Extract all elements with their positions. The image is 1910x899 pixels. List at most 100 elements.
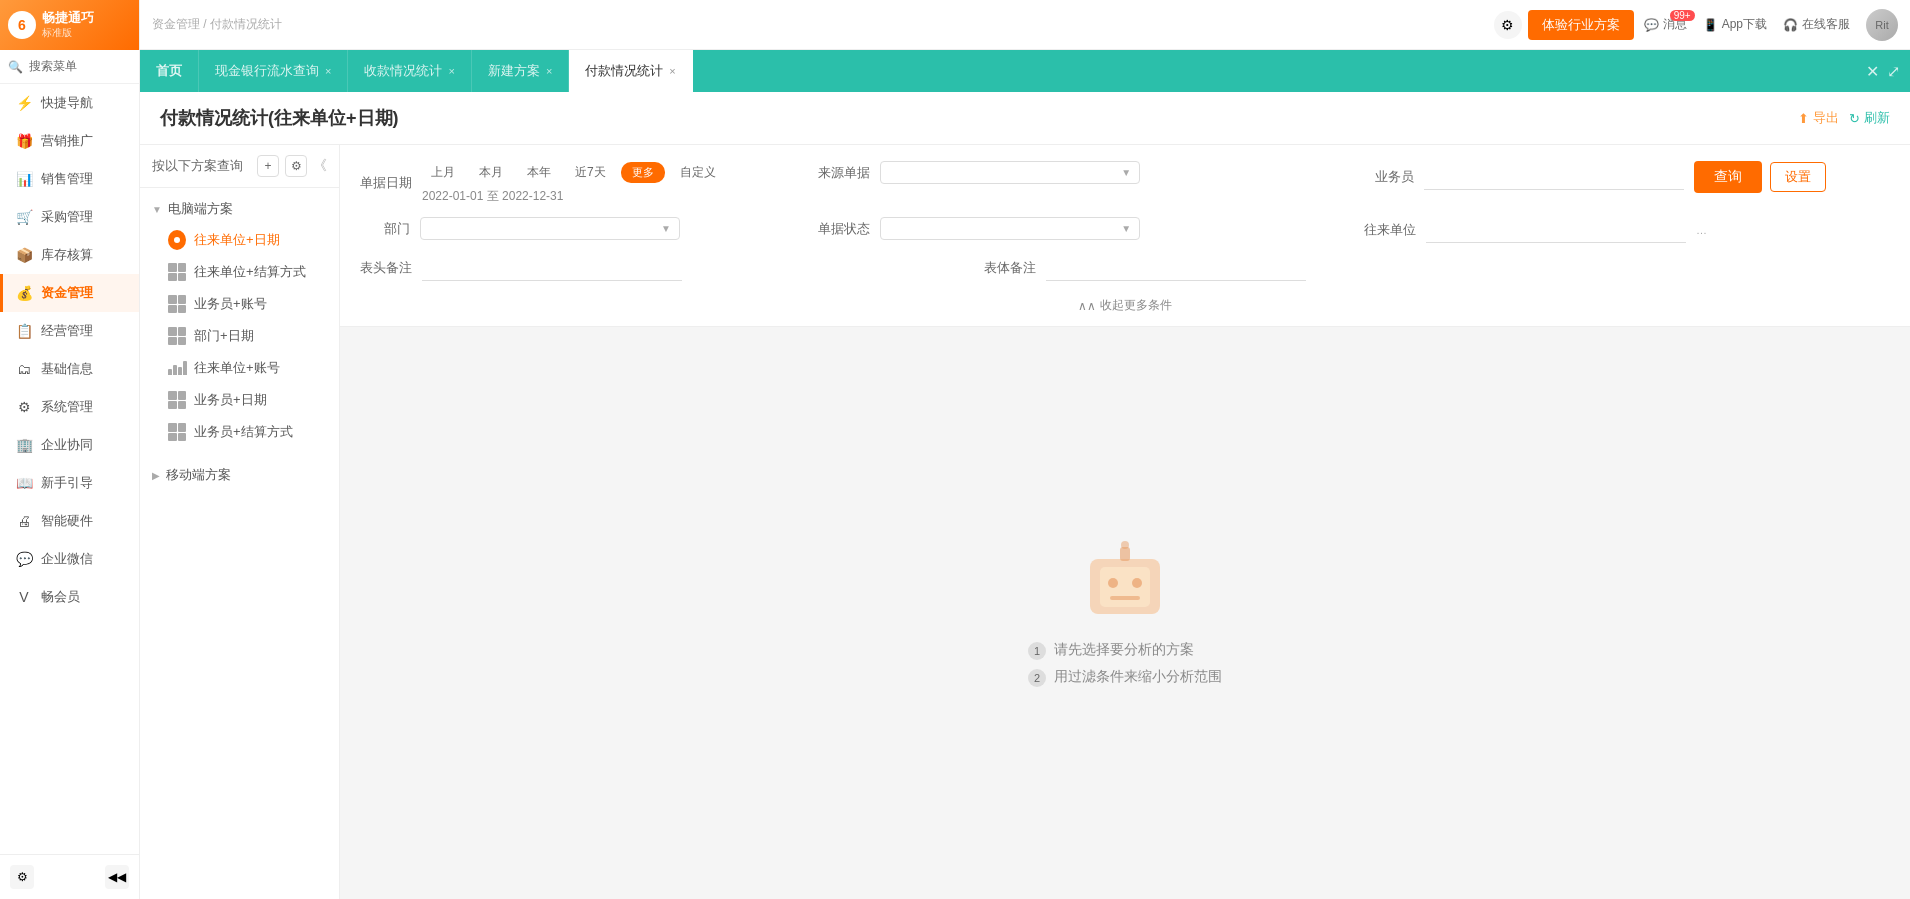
sidebar-footer: ⚙ ◀◀ — [0, 854, 139, 899]
date-opt-custom[interactable]: 自定义 — [671, 161, 725, 184]
wechat-icon: 💬 — [15, 550, 33, 568]
tabbar-controls: ✕ ⤢ — [1856, 50, 1910, 92]
scheme-item-partner-account[interactable]: 往来单位+账号 — [140, 352, 339, 384]
search-icon: 🔍 — [8, 60, 23, 74]
doc-status-select[interactable]: ▼ — [880, 217, 1140, 240]
sidebar-item-member[interactable]: V 畅会员 — [0, 578, 139, 616]
tab-payment-stat[interactable]: 付款情况统计 × — [569, 50, 692, 92]
sidebar-item-hardware[interactable]: 🖨 智能硬件 — [0, 502, 139, 540]
scheme-item-staff-date[interactable]: 业务员+日期 — [140, 384, 339, 416]
refresh-icon: ↻ — [1849, 111, 1860, 126]
scheme-item-label: 业务员+账号 — [194, 295, 267, 313]
footer-settings-icon[interactable]: ⚙ — [10, 865, 34, 889]
header-note-input[interactable] — [422, 255, 682, 281]
partner-label: 往来单位 — [1364, 221, 1416, 239]
topbar-settings-icon[interactable]: ⚙ — [1494, 11, 1522, 39]
export-icon: ⬆ — [1798, 111, 1809, 126]
tab-maximize-icon[interactable]: ⤢ — [1887, 62, 1900, 81]
settings-btn[interactable]: 设置 — [1770, 162, 1826, 192]
system-icon: ⚙ — [15, 398, 33, 416]
sidebar-item-operation[interactable]: 📋 经营管理 — [0, 312, 139, 350]
tab-payment-stat-close[interactable]: × — [669, 65, 675, 77]
scheme-collapse-btn[interactable]: 《 — [313, 157, 327, 175]
sidebar-search[interactable]: 🔍 搜索菜单 — [0, 50, 139, 84]
msg-btn[interactable]: 💬 消息 99+ — [1644, 16, 1687, 33]
sidebar: 6 畅捷通巧 标准版 🔍 搜索菜单 ⚡ 快捷导航 🎁 营销推广 📊 销售管理 🛒… — [0, 0, 140, 899]
scheme-group-desktop-header[interactable]: ▼ 电脑端方案 — [140, 194, 339, 224]
tab-new-scheme-label: 新建方案 — [488, 62, 540, 80]
sidebar-item-purchase[interactable]: 🛒 采购管理 — [0, 198, 139, 236]
tab-bank-flow[interactable]: 现金银行流水查询 × — [199, 50, 348, 92]
sidebar-item-enterprise[interactable]: 🏢 企业协同 — [0, 426, 139, 464]
sidebar-item-finance[interactable]: 💰 资金管理 — [0, 274, 139, 312]
date-opt-more[interactable]: 更多 — [621, 162, 665, 183]
collapse-more-btn[interactable]: ∧∧ 收起更多条件 — [360, 289, 1890, 322]
brand-sub: 标准版 — [42, 26, 94, 40]
scheme-add-btn[interactable]: + — [257, 155, 279, 177]
sidebar-item-wechat[interactable]: 💬 企业微信 — [0, 540, 139, 578]
sidebar-item-label: 销售管理 — [41, 170, 93, 188]
date-opt-last-7[interactable]: 近7天 — [566, 161, 615, 184]
tab-home[interactable]: 首页 — [140, 50, 199, 92]
filter-row-1: 单据日期 上月 本月 本年 近7天 更多 自定义 — [360, 161, 1890, 205]
user-avatar[interactable]: Rit — [1866, 9, 1898, 41]
scheme-item-dept-date[interactable]: 部门+日期 — [140, 320, 339, 352]
sidebar-item-system[interactable]: ⚙ 系统管理 — [0, 388, 139, 426]
scheme-item-staff-account[interactable]: 业务员+账号 — [140, 288, 339, 320]
scheme-item-partner-date[interactable]: 往来单位+日期 — [140, 224, 339, 256]
tab-new-scheme[interactable]: 新建方案 × — [472, 50, 569, 92]
scheme-item-chart-icon — [168, 359, 186, 377]
scheme-item-grid-icon-2 — [168, 295, 186, 313]
trial-btn[interactable]: 体验行业方案 — [1528, 10, 1634, 40]
brand-name: 畅捷通巧 — [42, 10, 94, 26]
sidebar-item-inventory[interactable]: 📦 库存核算 — [0, 236, 139, 274]
sidebar-item-guide[interactable]: 📖 新手引导 — [0, 464, 139, 502]
scheme-item-label: 往来单位+日期 — [194, 231, 280, 249]
inventory-icon: 📦 — [15, 246, 33, 264]
scheme-group-arrow: ▼ — [152, 204, 162, 215]
dept-select[interactable]: ▼ — [420, 217, 680, 240]
refresh-btn[interactable]: ↻ 刷新 — [1849, 109, 1890, 127]
finance-icon: 💰 — [15, 284, 33, 302]
empty-texts: 1 请先选择要分析的方案 2 用过滤条件来缩小分析范围 — [1028, 641, 1222, 687]
scheme-group-label: 电脑端方案 — [168, 200, 233, 218]
filter-date-options: 上月 本月 本年 近7天 更多 自定义 2022-01-01 至 2022-12… — [422, 161, 725, 205]
filter-field-doc-status: 单据状态 ▼ — [818, 217, 1344, 240]
scheme-item-label: 业务员+日期 — [194, 391, 267, 409]
date-opt-this-month[interactable]: 本月 — [470, 161, 512, 184]
body-note-input[interactable] — [1046, 255, 1306, 281]
tab-receipt-stat[interactable]: 收款情况统计 × — [348, 50, 471, 92]
date-opt-this-year[interactable]: 本年 — [518, 161, 560, 184]
sidebar-item-label: 畅会员 — [41, 588, 80, 606]
filter-field-dept: 部门 ▼ — [360, 217, 798, 240]
tab-bank-flow-close[interactable]: × — [325, 65, 331, 77]
date-range-display[interactable]: 2022-01-01 至 2022-12-31 — [422, 188, 725, 205]
sidebar-item-marketing[interactable]: 🎁 营销推广 — [0, 122, 139, 160]
sidebar-item-basic[interactable]: 🗂 基础信息 — [0, 350, 139, 388]
empty-hint-2: 2 用过滤条件来缩小分析范围 — [1028, 668, 1222, 687]
export-btn[interactable]: ⬆ 导出 — [1798, 109, 1839, 127]
date-opt-last-month[interactable]: 上月 — [422, 161, 464, 184]
scheme-settings-btn[interactable]: ⚙ — [285, 155, 307, 177]
source-select[interactable]: ▼ — [880, 161, 1140, 184]
tab-receipt-stat-close[interactable]: × — [448, 65, 454, 77]
scheme-group-mobile-header[interactable]: ▶ 移动端方案 — [140, 460, 339, 490]
sidebar-item-quick-nav[interactable]: ⚡ 快捷导航 — [0, 84, 139, 122]
partner-more-btn[interactable]: … — [1696, 224, 1707, 236]
partner-input[interactable] — [1426, 217, 1686, 243]
svg-point-4 — [1132, 578, 1142, 588]
sidebar-item-label: 基础信息 — [41, 360, 93, 378]
sidebar-item-sales[interactable]: 📊 销售管理 — [0, 160, 139, 198]
scheme-item-grid-icon-4 — [168, 391, 186, 409]
empty-icon — [1065, 539, 1185, 629]
tab-new-scheme-close[interactable]: × — [546, 65, 552, 77]
service-btn[interactable]: 🎧 在线客服 — [1783, 16, 1850, 33]
footer-collapse-icon[interactable]: ◀◀ — [105, 865, 129, 889]
filter-field-body-note: 表体备注 — [984, 255, 1890, 281]
scheme-item-staff-settle[interactable]: 业务员+结算方式 — [140, 416, 339, 448]
app-download-btn[interactable]: 📱 App下载 — [1703, 16, 1767, 33]
tab-close-all-icon[interactable]: ✕ — [1866, 62, 1879, 81]
query-btn[interactable]: 查询 — [1694, 161, 1762, 193]
staff-input[interactable] — [1424, 164, 1684, 190]
scheme-item-partner-settle[interactable]: 往来单位+结算方式 — [140, 256, 339, 288]
